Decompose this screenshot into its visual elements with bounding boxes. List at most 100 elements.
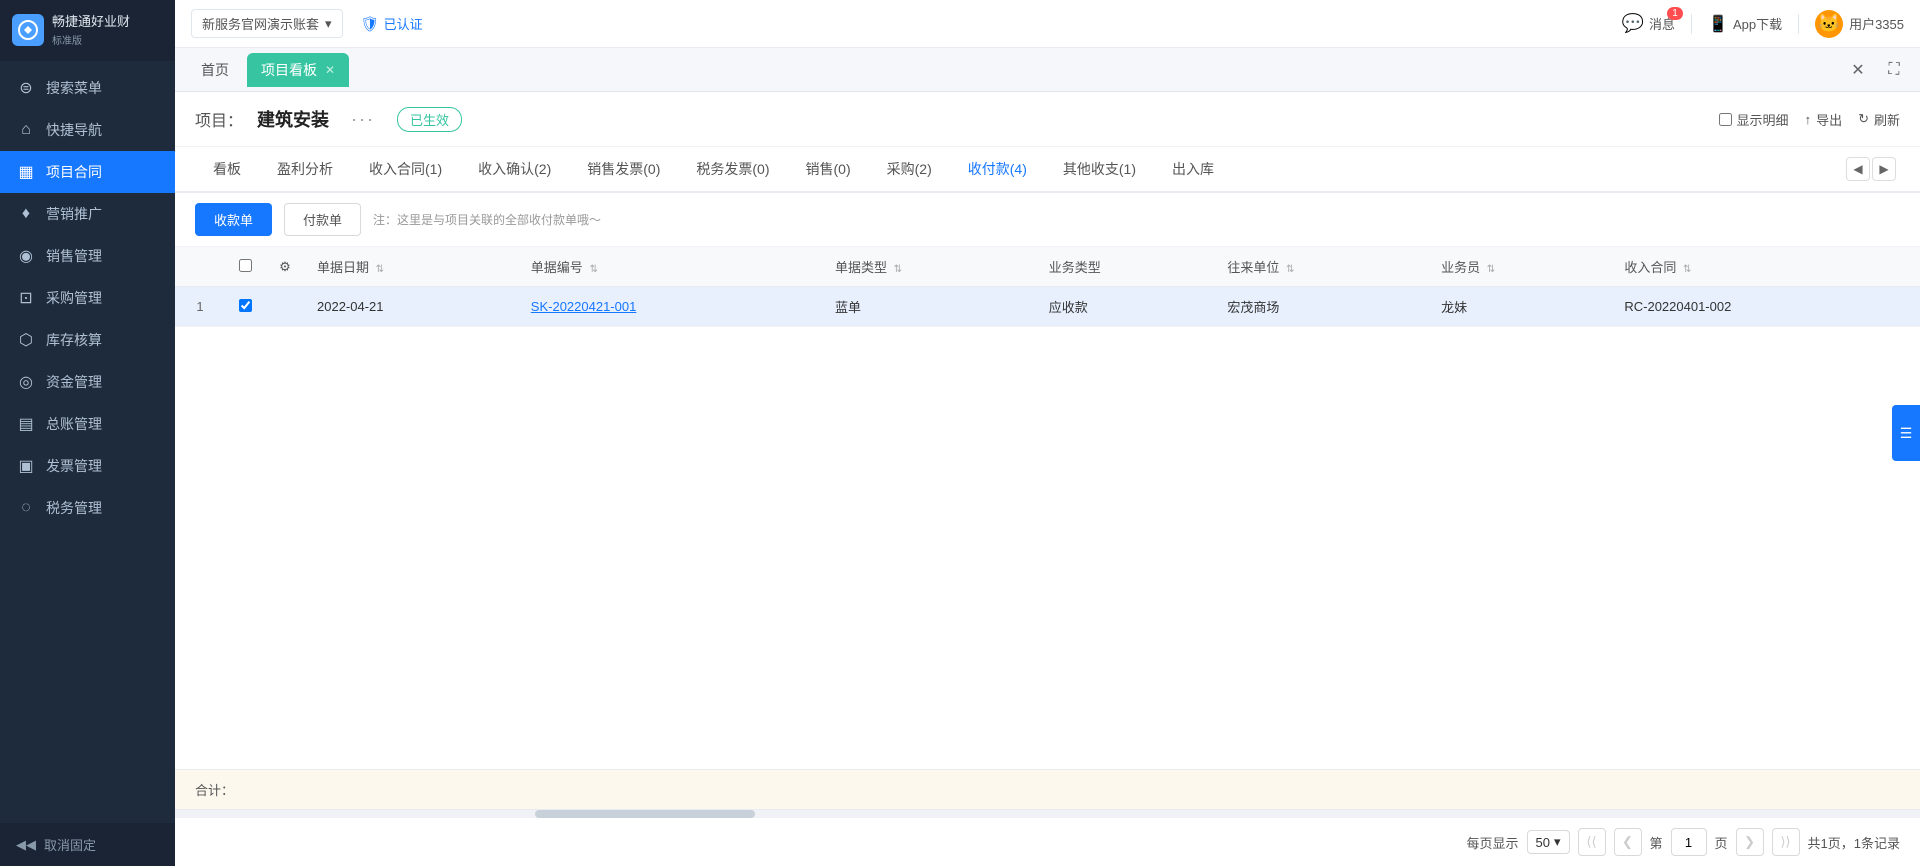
- show-detail-checkbox[interactable]: 显示明细: [1719, 110, 1789, 129]
- divider: [1691, 14, 1692, 34]
- payment-filter-button[interactable]: 付款单: [284, 203, 361, 236]
- sub-tab-tax-invoice[interactable]: 税务发票(0): [678, 147, 787, 193]
- col-date[interactable]: 单据日期 ⇅: [305, 247, 519, 287]
- unpin-button[interactable]: ◀◀ 取消固定: [0, 823, 175, 866]
- col-num: [175, 247, 225, 287]
- sub-tabs-prev-button[interactable]: ◀: [1846, 157, 1870, 181]
- page-prev-button[interactable]: ❮: [1614, 828, 1642, 856]
- shield-icon: 🛡: [361, 15, 380, 33]
- sort-icon: ⇅: [589, 264, 597, 275]
- app-title: 畅捷通好业财: [52, 14, 130, 31]
- show-detail-label: 显示明细: [1737, 110, 1789, 129]
- sidebar-item-funds-mgmt[interactable]: ◎ 资金管理: [0, 361, 175, 403]
- horizontal-scrollbar[interactable]: [175, 809, 1920, 817]
- project-more-button[interactable]: ···: [343, 107, 383, 132]
- table-row[interactable]: 1 2022-04-21 SK-20220421-001 蓝单 应收款 宏茂商场…: [175, 287, 1920, 327]
- page-last-button[interactable]: ⟩⟩: [1772, 828, 1800, 856]
- right-action-panel[interactable]: ☰: [1892, 405, 1920, 461]
- col-biz-type: 业务类型: [1037, 247, 1216, 287]
- sub-tab-warehouse[interactable]: 出入库: [1154, 147, 1232, 193]
- fullscreen-button[interactable]: ⛶: [1880, 56, 1908, 84]
- message-icon: 💬: [1622, 13, 1644, 34]
- row-gear: [265, 287, 305, 327]
- sidebar-item-invoice-mgmt[interactable]: ▣ 发票管理: [0, 445, 175, 487]
- page-next-button[interactable]: ❯: [1736, 828, 1764, 856]
- sub-tab-revenue-confirm[interactable]: 收入确认(2): [460, 147, 569, 193]
- sub-tab-profit[interactable]: 盈利分析: [259, 147, 351, 193]
- sidebar-item-project-contract[interactable]: ▦ 项目合同: [0, 151, 175, 193]
- sub-tab-kanban[interactable]: 看板: [195, 147, 259, 193]
- project-actions: 显示明细 ↑ 导出 ↻ 刷新: [1719, 110, 1900, 129]
- app-download-label: App下载: [1733, 14, 1782, 33]
- page-suffix: 页: [1715, 833, 1728, 852]
- row-code-link[interactable]: SK-20220421-001: [531, 299, 637, 314]
- sidebar-item-quick-nav[interactable]: ⌂ 快捷导航: [0, 109, 175, 151]
- marketing-icon: ♦: [16, 205, 36, 223]
- sort-icon: ⇅: [894, 264, 902, 275]
- user-menu[interactable]: 🐱 用户3355: [1815, 10, 1904, 38]
- page-size-select[interactable]: 50 ▾: [1527, 830, 1570, 854]
- export-button[interactable]: ↑ 导出: [1805, 110, 1843, 129]
- row-checkbox-cell[interactable]: [225, 287, 265, 327]
- sidebar-item-label: 项目合同: [46, 162, 102, 182]
- close-window-button[interactable]: ✕: [1844, 56, 1872, 84]
- invoice-icon: ▣: [16, 456, 36, 476]
- col-code[interactable]: 单据编号 ⇅: [519, 247, 823, 287]
- sub-tab-sales[interactable]: 销售(0): [788, 147, 869, 193]
- sub-tabs: 看板 盈利分析 收入合同(1) 收入确认(2) 销售发票(0) 税务发票(0) …: [175, 147, 1920, 193]
- row-code[interactable]: SK-20220421-001: [519, 287, 823, 327]
- message-count: 1: [1667, 7, 1683, 20]
- sidebar-item-label: 销售管理: [46, 246, 102, 266]
- account-selector[interactable]: 新服务官网演示账套 ▾: [191, 9, 343, 38]
- sidebar-item-label: 发票管理: [46, 456, 102, 476]
- sidebar-item-label: 采购管理: [46, 288, 102, 308]
- tab-close-icon[interactable]: ✕: [325, 63, 335, 77]
- sub-tab-other-expense[interactable]: 其他收支(1): [1045, 147, 1154, 193]
- col-type[interactable]: 单据类型 ⇅: [823, 247, 1037, 287]
- sub-tab-purchase[interactable]: 采购(2): [869, 147, 950, 193]
- topbar-left: 新服务官网演示账套 ▾ 🛡 已认证: [191, 9, 1610, 38]
- receipt-filter-button[interactable]: 收款单: [195, 203, 272, 236]
- tab-project-board[interactable]: 项目看板 ✕: [247, 53, 349, 87]
- page-number-input[interactable]: [1671, 828, 1707, 856]
- message-button[interactable]: 💬 消息 1: [1622, 13, 1675, 34]
- chevron-down-icon: ▾: [325, 16, 332, 32]
- sidebar-item-marketing[interactable]: ♦ 营销推广: [0, 193, 175, 235]
- col-partner[interactable]: 往来单位 ⇅: [1215, 247, 1429, 287]
- gear-icon[interactable]: ⚙: [279, 259, 291, 274]
- page-size-chevron: ▾: [1554, 834, 1561, 850]
- sales-icon: ◉: [16, 246, 36, 266]
- tab-home[interactable]: 首页: [187, 53, 243, 87]
- select-all-checkbox[interactable]: [239, 259, 252, 272]
- sidebar-item-search[interactable]: ⊜ 搜索菜单: [0, 67, 175, 109]
- sub-tab-revenue-contract[interactable]: 收入合同(1): [351, 147, 460, 193]
- topbar-right: 💬 消息 1 📱 App下载 🐱 用户3355: [1622, 10, 1904, 38]
- sub-tab-receipts[interactable]: 收付款(4): [950, 147, 1045, 193]
- data-table-container[interactable]: ⚙ 单据日期 ⇅ 单据编号 ⇅ 单据类型 ⇅: [175, 247, 1920, 769]
- sidebar: 畅捷通好业财 标准版 ⊜ 搜索菜单 ⌂ 快捷导航 ▦ 项目合同 ♦ 营销推广 ◉…: [0, 0, 175, 866]
- current-page-prefix: 第: [1650, 833, 1663, 852]
- sidebar-header: 畅捷通好业财 标准版: [0, 0, 175, 61]
- page-first-button[interactable]: ⟨⟨: [1578, 828, 1606, 856]
- refresh-button[interactable]: ↻ 刷新: [1858, 110, 1900, 129]
- unpin-icon: ◀◀: [16, 837, 36, 853]
- col-salesperson[interactable]: 业务员 ⇅: [1429, 247, 1612, 287]
- col-gear[interactable]: ⚙: [265, 247, 305, 287]
- app-logo: [12, 14, 44, 46]
- sidebar-item-sales-mgmt[interactable]: ◉ 销售管理: [0, 235, 175, 277]
- sub-tabs-next-button[interactable]: ▶: [1872, 157, 1896, 181]
- app-download-button[interactable]: 📱 App下载: [1708, 14, 1782, 34]
- refresh-icon: ↻: [1858, 111, 1869, 127]
- filter-hint: 注：这里是与项目关联的全部收付款单哦～: [373, 211, 601, 228]
- col-income-contract[interactable]: 收入合同 ⇅: [1612, 247, 1920, 287]
- row-num: 1: [175, 287, 225, 327]
- sidebar-item-purchase-mgmt[interactable]: ⊡ 采购管理: [0, 277, 175, 319]
- sidebar-item-ledger-mgmt[interactable]: ▤ 总账管理: [0, 403, 175, 445]
- scrollbar-thumb[interactable]: [535, 810, 755, 818]
- sidebar-item-tax-mgmt[interactable]: ◌ 税务管理: [0, 487, 175, 529]
- sidebar-item-inventory[interactable]: ⬡ 库存核算: [0, 319, 175, 361]
- sub-tab-sales-invoice[interactable]: 销售发票(0): [569, 147, 678, 193]
- row-checkbox[interactable]: [239, 299, 252, 312]
- sidebar-item-label: 营销推广: [46, 204, 102, 224]
- user-label: 用户3355: [1849, 14, 1904, 33]
